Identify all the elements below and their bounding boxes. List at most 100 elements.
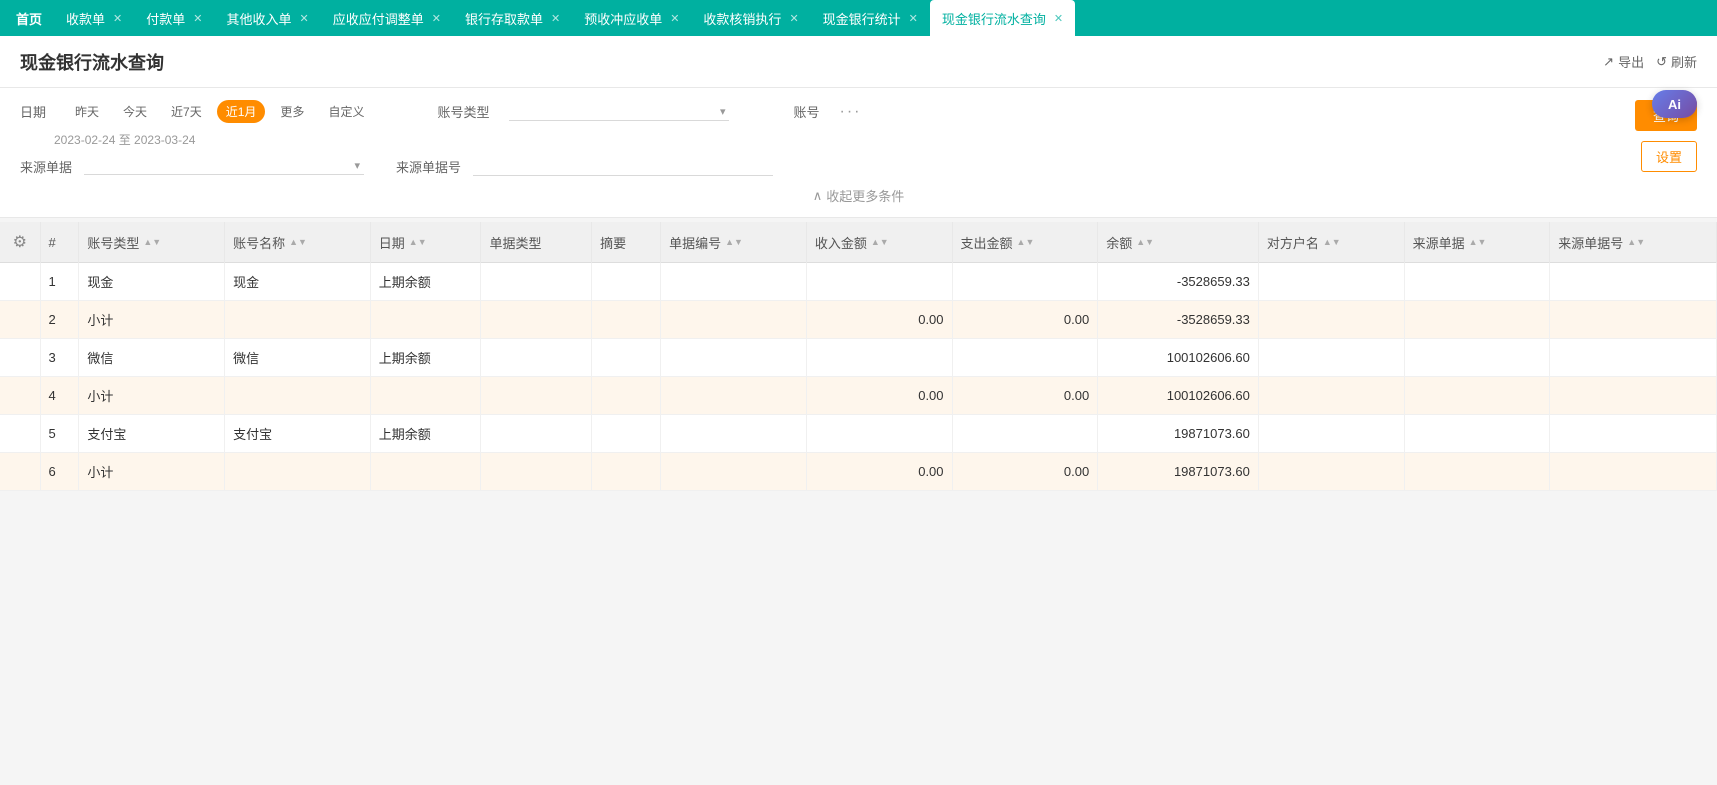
sort-icon-balance: ▲▼ <box>1136 238 1154 247</box>
cell-account-type: 小计 <box>79 453 225 491</box>
cell-counterparty <box>1258 339 1404 377</box>
account-type-select[interactable]: ▾ <box>509 103 729 121</box>
th-expense-label: 支出金额 <box>961 233 1013 252</box>
date-btn-today[interactable]: 今天 <box>114 100 156 123</box>
filter-row-2: 来源单据 ▾ 来源单据号 <box>20 156 1627 176</box>
th-expense[interactable]: 支出金额 ▲▼ <box>952 222 1098 263</box>
nav-label-receipt: 收款单 <box>66 9 105 28</box>
cell-expense: 0.00 <box>952 453 1098 491</box>
cell-balance: 19871073.60 <box>1098 415 1259 453</box>
nav-close-cashflow[interactable]: ✕ <box>1054 12 1063 25</box>
cell-summary <box>592 339 661 377</box>
cell-expense: 0.00 <box>952 377 1098 415</box>
th-doc-type-label: 单据类型 <box>489 236 541 251</box>
source-doc-select[interactable]: ▾ <box>84 157 364 175</box>
cell-doc-type <box>481 263 592 301</box>
nav-close-stats[interactable]: ✕ <box>909 12 918 25</box>
th-gear[interactable]: ⚙ <box>0 222 40 263</box>
nav-item-cashflow[interactable]: 现金银行流水查询 ✕ <box>930 0 1075 36</box>
cell-gear <box>0 263 40 301</box>
cell-balance: 19871073.60 <box>1098 453 1259 491</box>
nav-item-prepaid[interactable]: 预收冲应收单 ✕ <box>572 0 691 36</box>
cell-doc-type <box>481 453 592 491</box>
nav-item-home[interactable]: 首页 <box>4 0 54 36</box>
cell-source-doc-no <box>1550 301 1717 339</box>
cell-index: 1 <box>40 263 79 301</box>
nav-item-stats[interactable]: 现金银行统计 ✕ <box>811 0 930 36</box>
th-account-name[interactable]: 账号名称 ▲▼ <box>225 222 371 263</box>
cell-date <box>370 453 481 491</box>
cell-account-name <box>225 377 371 415</box>
nav-item-receipt[interactable]: 收款单 ✕ <box>54 0 134 36</box>
date-btn-more[interactable]: 更多 <box>271 100 313 123</box>
gear-icon[interactable]: ⚙ <box>13 234 27 251</box>
filter-left: 日期 昨天 今天 近7天 近1月 更多 自定义 账号类型 ▾ 账号 ··· <box>20 100 1627 180</box>
cell-source-doc-no <box>1550 263 1717 301</box>
cell-balance: 100102606.60 <box>1098 339 1259 377</box>
source-doc-group: 来源单据 ▾ <box>20 157 364 176</box>
collapse-bar[interactable]: ∧ 收起更多条件 <box>20 180 1697 209</box>
th-balance[interactable]: 余额 ▲▼ <box>1098 222 1259 263</box>
ai-button[interactable]: Ai <box>1652 90 1697 118</box>
refresh-icon: ↺ <box>1656 54 1667 70</box>
source-doc-no-input[interactable] <box>473 156 773 176</box>
cell-doc-no <box>661 377 807 415</box>
account-type-arrow-icon: ▾ <box>720 105 726 118</box>
date-btn-custom[interactable]: 自定义 <box>319 100 373 123</box>
th-source-doc-no-label: 来源单据号 <box>1558 233 1623 252</box>
nav-close-adjustment[interactable]: ✕ <box>432 12 441 25</box>
th-doc-no[interactable]: 单据编号 ▲▼ <box>661 222 807 263</box>
date-btn-yesterday[interactable]: 昨天 <box>66 100 108 123</box>
th-income[interactable]: 收入金额 ▲▼ <box>806 222 952 263</box>
nav-close-receipt[interactable]: ✕ <box>113 12 122 25</box>
th-source-doc[interactable]: 来源单据 ▲▼ <box>1404 222 1550 263</box>
export-button[interactable]: ↗ 导出 <box>1603 52 1644 71</box>
th-counterparty-label: 对方户名 <box>1267 233 1319 252</box>
th-income-label: 收入金额 <box>815 233 867 252</box>
nav-label-adjustment: 应收应付调整单 <box>333 9 424 28</box>
account-label: 账号 <box>793 102 819 121</box>
table-row: 4小计0.000.00100102606.60 <box>0 377 1717 415</box>
date-label: 日期 <box>20 102 46 121</box>
nav-label-other-income: 其他收入单 <box>226 9 291 28</box>
nav-item-payment[interactable]: 付款单 ✕ <box>134 0 214 36</box>
nav-close-bank[interactable]: ✕ <box>551 12 560 25</box>
nav-item-other-income[interactable]: 其他收入单 ✕ <box>214 0 320 36</box>
account-type-label: 账号类型 <box>437 102 489 121</box>
settings-button[interactable]: 设置 <box>1641 141 1697 172</box>
th-source-doc-no[interactable]: 来源单据号 ▲▼ <box>1550 222 1717 263</box>
account-dots-button[interactable]: ··· <box>839 103 861 121</box>
cell-account-name <box>225 301 371 339</box>
date-btn-1month[interactable]: 近1月 <box>217 100 266 123</box>
cell-doc-type <box>481 339 592 377</box>
date-btn-7days[interactable]: 近7天 <box>162 100 211 123</box>
refresh-button[interactable]: ↺ 刷新 <box>1656 52 1697 71</box>
nav-item-verification[interactable]: 收款核销执行 ✕ <box>691 0 810 36</box>
cell-summary <box>592 263 661 301</box>
cell-balance: -3528659.33 <box>1098 263 1259 301</box>
data-table: ⚙ # 账号类型 ▲▼ 账号名称 ▲▼ 日期 <box>0 222 1717 491</box>
cell-expense <box>952 339 1098 377</box>
nav-close-prepaid[interactable]: ✕ <box>670 12 679 25</box>
cell-doc-no <box>661 339 807 377</box>
table-row: 6小计0.000.0019871073.60 <box>0 453 1717 491</box>
nav-close-other-income[interactable]: ✕ <box>300 12 309 25</box>
nav-item-adjustment[interactable]: 应收应付调整单 ✕ <box>321 0 453 36</box>
cell-source-doc-no <box>1550 415 1717 453</box>
nav-close-payment[interactable]: ✕ <box>193 12 202 25</box>
cell-income: 0.00 <box>806 453 952 491</box>
cell-source-doc-no <box>1550 377 1717 415</box>
export-icon: ↗ <box>1603 54 1614 70</box>
th-doc-no-label: 单据编号 <box>669 233 721 252</box>
cell-expense <box>952 415 1098 453</box>
nav-close-verification[interactable]: ✕ <box>789 12 798 25</box>
nav-label-verification: 收款核销执行 <box>703 9 781 28</box>
th-account-type[interactable]: 账号类型 ▲▼ <box>79 222 225 263</box>
cell-source-doc <box>1404 339 1550 377</box>
nav-item-bank[interactable]: 银行存取款单 ✕ <box>453 0 572 36</box>
page-header: 现金银行流水查询 ↗ 导出 ↺ 刷新 <box>0 36 1717 88</box>
cell-date: 上期余额 <box>370 415 481 453</box>
th-date[interactable]: 日期 ▲▼ <box>370 222 481 263</box>
th-counterparty[interactable]: 对方户名 ▲▼ <box>1258 222 1404 263</box>
cell-source-doc <box>1404 263 1550 301</box>
